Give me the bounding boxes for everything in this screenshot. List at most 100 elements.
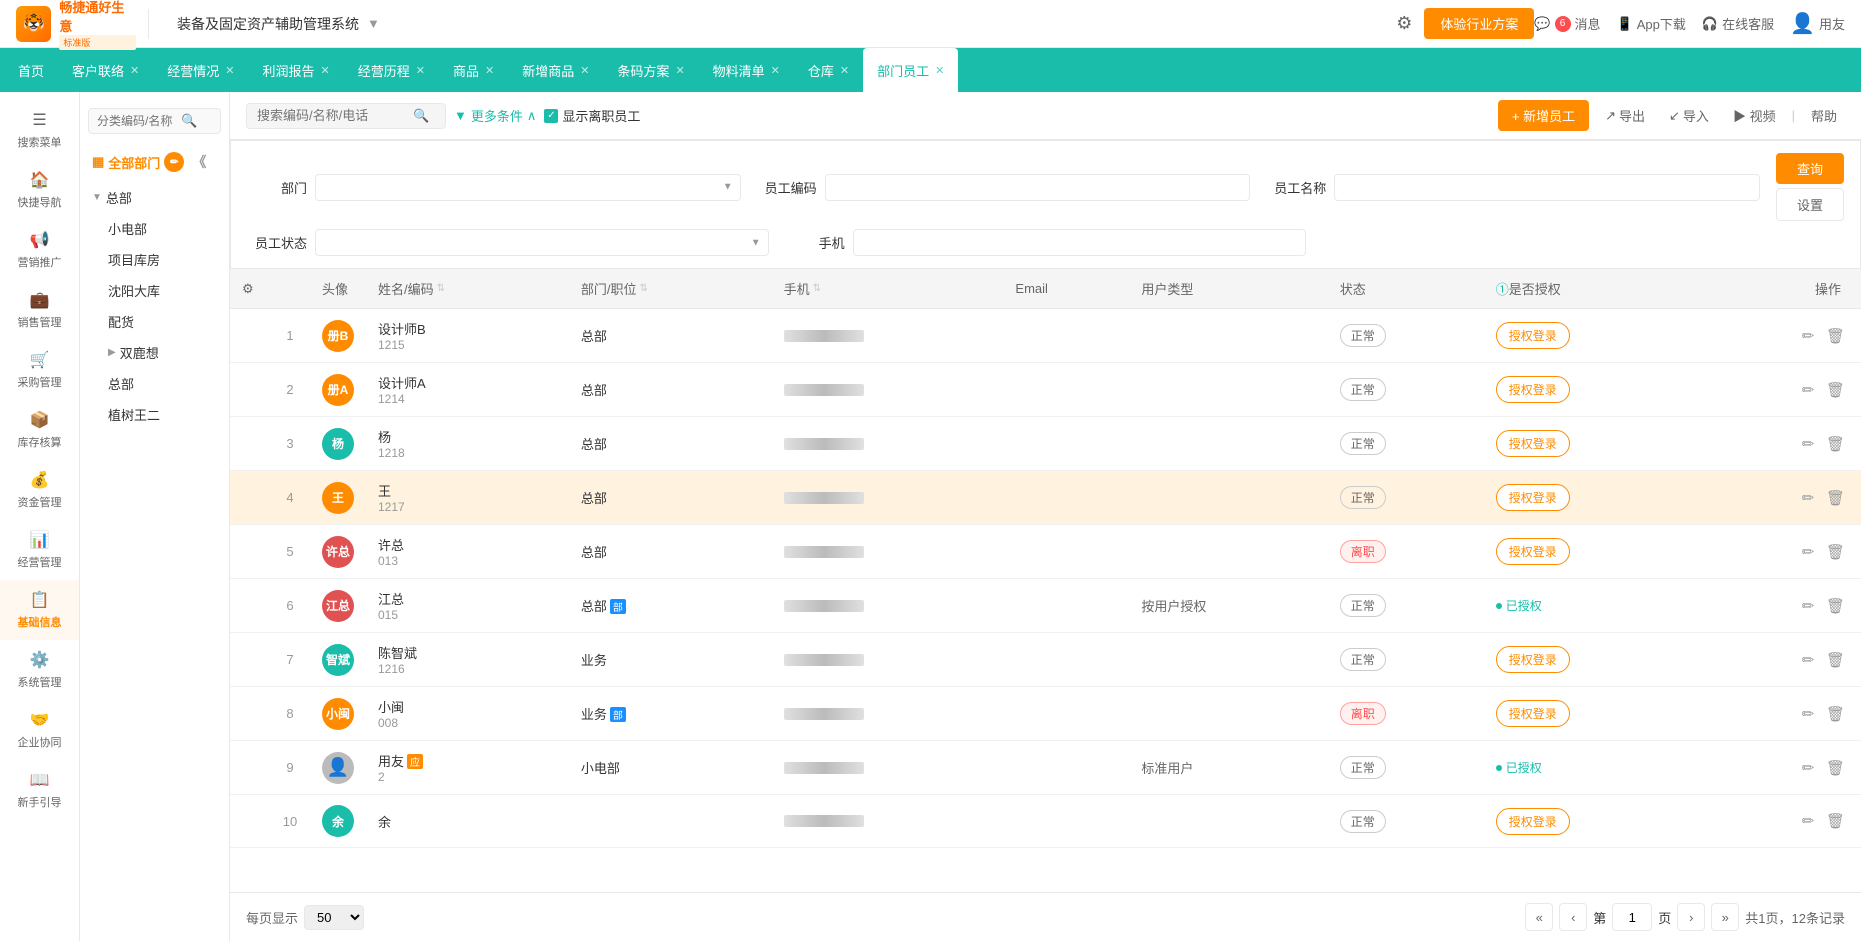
dept-edit-icon[interactable]: ✏ <box>164 152 184 172</box>
nav-close-operation[interactable]: ✕ <box>225 64 234 77</box>
nav-close-customer[interactable]: ✕ <box>130 64 139 77</box>
nav-item-goods[interactable]: 商品✕ <box>439 48 508 92</box>
app-download-btn[interactable]: 📱 App下载 <box>1617 14 1686 33</box>
page-size-select[interactable]: 50 20 100 <box>304 905 364 930</box>
edit-row-btn[interactable]: ✏ <box>1802 328 1815 345</box>
dept-search-icon[interactable]: 🔍 <box>181 113 197 129</box>
show-resigned-toggle[interactable]: ✓ 显示离职员工 <box>544 106 640 125</box>
edit-row-btn[interactable]: ✏ <box>1802 760 1815 777</box>
sort-name-icon[interactable]: ⇅ <box>437 283 445 294</box>
edit-row-btn[interactable]: ✏ <box>1802 382 1815 399</box>
dept-item-project[interactable]: 项目库房 <box>80 244 229 275</box>
nav-item-customer[interactable]: 客户联络✕ <box>58 48 153 92</box>
phone-input[interactable] <box>853 229 1307 256</box>
dept-item-shuanglu[interactable]: ▶ 双鹿想 <box>80 337 229 368</box>
auth-login-btn[interactable]: 授权登录 <box>1496 700 1570 727</box>
delete-row-btn[interactable]: 🗑 <box>1826 813 1845 830</box>
dept-select[interactable] <box>315 174 741 201</box>
edit-row-btn[interactable]: ✏ <box>1802 598 1815 615</box>
nav-close-warehouse[interactable]: ✕ <box>840 64 849 77</box>
export-button[interactable]: ↗ 导出 <box>1597 102 1653 129</box>
nav-close-material[interactable]: ✕ <box>771 64 780 77</box>
nav-item-add-goods[interactable]: 新增商品✕ <box>508 48 603 92</box>
th-settings[interactable]: ⚙ <box>230 269 270 309</box>
add-employee-button[interactable]: + 新增员工 <box>1498 100 1589 131</box>
dept-collapse-btn[interactable]: 《 <box>188 148 210 176</box>
nav-item-warehouse[interactable]: 仓库✕ <box>794 48 863 92</box>
online-service-btn[interactable]: 🎧 在线客服 <box>1702 14 1774 33</box>
settings-icon[interactable]: ⚙ <box>242 281 254 296</box>
search-input[interactable] <box>257 108 407 123</box>
sidebar-item-basic[interactable]: 📋 基础信息 <box>0 580 79 640</box>
delete-row-btn[interactable]: 🗑 <box>1826 328 1845 345</box>
nav-item-history[interactable]: 经营历程✕ <box>344 48 439 92</box>
import-button[interactable]: ↙ 导入 <box>1661 102 1717 129</box>
sort-dept-icon[interactable]: ⇅ <box>639 283 647 294</box>
th-name[interactable]: 姓名/编码 ⇅ <box>366 269 569 309</box>
sort-phone-icon[interactable]: ⇅ <box>813 283 821 294</box>
delete-row-btn[interactable]: 🗑 <box>1826 652 1845 669</box>
sidebar-item-sales[interactable]: 💼 销售管理 <box>0 280 79 340</box>
delete-row-btn[interactable]: 🗑 <box>1826 598 1845 615</box>
query-button[interactable]: 查询 <box>1776 153 1844 184</box>
nav-item-department[interactable]: 部门员工✕ <box>863 48 958 92</box>
nav-close-profit[interactable]: ✕ <box>321 64 330 77</box>
dept-tree-header[interactable]: ▦ 全部部门 ✏ 《 <box>80 142 229 182</box>
sidebar-item-guide[interactable]: 📖 新手引导 <box>0 760 79 820</box>
nav-item-material[interactable]: 物料清单✕ <box>699 48 794 92</box>
th-phone[interactable]: 手机 ⇅ <box>772 269 1004 309</box>
auth-login-btn[interactable]: 授权登录 <box>1496 646 1570 673</box>
delete-row-btn[interactable]: 🗑 <box>1826 382 1845 399</box>
sidebar-item-collab[interactable]: 🤝 企业协同 <box>0 700 79 760</box>
message-btn[interactable]: 💬 6 消息 <box>1534 14 1600 33</box>
nav-item-barcode[interactable]: 条码方案✕ <box>603 48 698 92</box>
sidebar-item-inventory[interactable]: 📦 库存核算 <box>0 400 79 460</box>
sidebar-item-business[interactable]: 📊 经营管理 <box>0 520 79 580</box>
delete-row-btn[interactable]: 🗑 <box>1826 490 1845 507</box>
sidebar-item-quick-nav[interactable]: 🏠 快捷导航 <box>0 160 79 220</box>
delete-row-btn[interactable]: 🗑 <box>1826 436 1845 453</box>
emp-name-input[interactable] <box>1334 174 1760 201</box>
nav-close-barcode[interactable]: ✕ <box>675 64 684 77</box>
emp-code-input[interactable] <box>825 174 1251 201</box>
nav-close-history[interactable]: ✕ <box>416 64 425 77</box>
auth-login-btn[interactable]: 授权登录 <box>1496 322 1570 349</box>
nav-item-operation[interactable]: 经营情况✕ <box>153 48 248 92</box>
sidebar-item-search[interactable]: ☰ 搜索菜单 <box>0 100 79 160</box>
sidebar-item-marketing[interactable]: 📢 营销推广 <box>0 220 79 280</box>
dept-item-headquarters[interactable]: ▼ 总部 <box>80 182 229 213</box>
set-button[interactable]: 设置 <box>1776 188 1844 221</box>
edit-row-btn[interactable]: ✏ <box>1802 652 1815 669</box>
edit-row-btn[interactable]: ✏ <box>1802 490 1815 507</box>
prev-page-btn[interactable]: ‹ <box>1559 903 1587 931</box>
dept-item-shenyang[interactable]: 沈阳大库 <box>80 275 229 306</box>
auth-login-btn[interactable]: 授权登录 <box>1496 484 1570 511</box>
system-dropdown-icon[interactable]: ▼ <box>367 16 380 31</box>
delete-row-btn[interactable]: 🗑 <box>1826 760 1845 777</box>
edit-row-btn[interactable]: ✏ <box>1802 813 1815 830</box>
nav-item-profit[interactable]: 利润报告✕ <box>248 48 343 92</box>
view-button[interactable]: ▶ 视频 <box>1725 102 1784 129</box>
nav-close-department[interactable]: ✕ <box>935 64 944 77</box>
nav-close-goods[interactable]: ✕ <box>485 64 494 77</box>
edit-row-btn[interactable]: ✏ <box>1802 436 1815 453</box>
dept-item-delivery[interactable]: 配货 <box>80 306 229 337</box>
nav-close-add-goods[interactable]: ✕ <box>580 64 589 77</box>
th-dept[interactable]: 部门/职位 ⇅ <box>569 269 772 309</box>
auth-login-btn[interactable]: 授权登录 <box>1496 430 1570 457</box>
dept-item-zhushu[interactable]: 植树王二 <box>80 399 229 430</box>
search-icon[interactable]: 🔍 <box>413 108 429 124</box>
next-page-btn[interactable]: › <box>1677 903 1705 931</box>
last-page-btn[interactable]: » <box>1711 903 1739 931</box>
page-input[interactable] <box>1612 903 1652 931</box>
edit-row-btn[interactable]: ✏ <box>1802 544 1815 561</box>
user-btn[interactable]: 👤 用友 <box>1790 11 1845 36</box>
edit-row-btn[interactable]: ✏ <box>1802 706 1815 723</box>
help-button[interactable]: 帮助 <box>1803 102 1845 129</box>
sidebar-item-purchase[interactable]: 🛒 采购管理 <box>0 340 79 400</box>
sidebar-item-system[interactable]: ⚙️ 系统管理 <box>0 640 79 700</box>
dept-item-hq2[interactable]: 总部 <box>80 368 229 399</box>
more-filter-btn[interactable]: ▼ 更多条件 ∧ <box>454 106 536 125</box>
dept-search-input[interactable] <box>97 114 177 128</box>
status-select[interactable] <box>315 229 769 256</box>
